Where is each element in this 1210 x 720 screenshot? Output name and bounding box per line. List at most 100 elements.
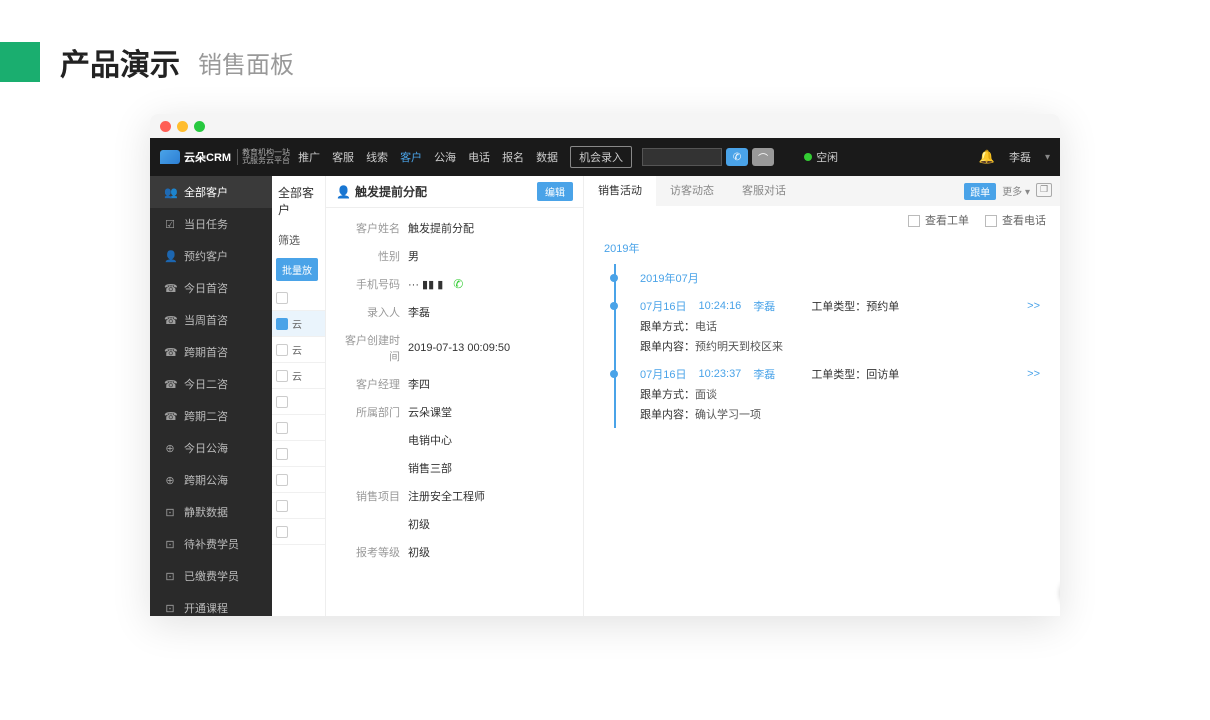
app-window: 云朵CRM 教育机构一站 式服务云平台 推广客服线索客户公海电话报名数据 机会录… <box>150 114 1060 616</box>
nav-item-线索[interactable]: 线索 <box>366 149 388 165</box>
filter-ticket[interactable]: 查看工单 <box>908 212 969 228</box>
sidebar-item-开通课程[interactable]: ⊡开通课程 <box>150 592 272 616</box>
nav-item-报名[interactable]: 报名 <box>502 149 524 165</box>
row-checkbox[interactable] <box>276 396 288 408</box>
sidebar-icon: ⊡ <box>164 506 176 519</box>
event-more[interactable]: >> <box>1027 300 1040 312</box>
list-row[interactable] <box>272 389 325 415</box>
status-text: 空闲 <box>816 149 838 165</box>
row-checkbox[interactable] <box>276 292 288 304</box>
detail-label: 手机号码 <box>336 276 408 292</box>
sidebar-item-已缴费学员[interactable]: ⊡已缴费学员 <box>150 560 272 592</box>
sidebar-label: 今日二咨 <box>184 376 228 392</box>
row-checkbox[interactable] <box>276 474 288 486</box>
sidebar-item-预约客户[interactable]: 👤 预约客户 <box>150 240 272 272</box>
nav-item-公海[interactable]: 公海 <box>434 149 456 165</box>
row-checkbox[interactable] <box>276 370 288 382</box>
maximize-dot[interactable] <box>194 121 205 132</box>
activity-tab-客服对话[interactable]: 客服对话 <box>728 176 800 206</box>
list-row[interactable] <box>272 285 325 311</box>
nav-item-数据[interactable]: 数据 <box>536 149 558 165</box>
nav-item-客服[interactable]: 客服 <box>332 149 354 165</box>
copy-icon[interactable]: ❐ <box>1036 183 1052 197</box>
activity-filters: 查看工单 查看电话 <box>584 206 1060 234</box>
detail-label <box>336 432 408 448</box>
activity-tab-销售活动[interactable]: 销售活动 <box>584 176 656 206</box>
user-menu-caret[interactable]: ▾ <box>1045 152 1050 163</box>
sidebar-icon: ☎ <box>164 346 176 359</box>
sidebar-label: 已缴费学员 <box>184 568 239 584</box>
list-row[interactable]: 云 <box>272 337 325 363</box>
sidebar-item-今日首咨[interactable]: ☎今日首咨 <box>150 272 272 304</box>
sidebar-label: 当日任务 <box>184 216 228 232</box>
nav-item-客户[interactable]: 客户 <box>400 149 422 165</box>
search-input[interactable] <box>642 148 722 166</box>
list-row[interactable] <box>272 441 325 467</box>
call-button[interactable]: ✆ <box>726 148 748 166</box>
nav-item-推广[interactable]: 推广 <box>298 149 320 165</box>
list-row[interactable]: 云 <box>272 311 325 337</box>
sidebar-item-全部客户[interactable]: 👥全部客户 <box>150 176 272 208</box>
detail-label: 客户姓名 <box>336 220 408 236</box>
list-row[interactable] <box>272 493 325 519</box>
page-header: 产品演示 销售面板 <box>0 0 1210 104</box>
detail-value: 初级 <box>408 544 430 560</box>
detail-header: 👤 触发提前分配 编辑 <box>326 176 583 208</box>
phone-icon[interactable]: ✆ <box>453 277 463 291</box>
more-chip[interactable]: 更多 ▾ <box>1002 183 1030 200</box>
list-row[interactable]: 云 <box>272 363 325 389</box>
event-user: 李磊 <box>753 366 775 382</box>
sidebar-label: 预约客户 <box>184 248 228 264</box>
event-method: 跟单方式：电话 <box>640 318 1040 334</box>
sidebar-item-待补费学员[interactable]: ⊡待补费学员 <box>150 528 272 560</box>
row-checkbox[interactable] <box>276 344 288 356</box>
row-checkbox[interactable] <box>276 500 288 512</box>
sidebar-item-跨期公海[interactable]: ⊕跨期公海 <box>150 464 272 496</box>
sidebar-icon: 👤 <box>164 250 176 263</box>
sidebar-item-静默数据[interactable]: ⊡静默数据 <box>150 496 272 528</box>
sidebar-icon: ☎ <box>164 378 176 391</box>
sidebar-item-今日公海[interactable]: ⊕今日公海 <box>150 432 272 464</box>
list-row[interactable] <box>272 415 325 441</box>
bell-icon[interactable]: 🔔 <box>979 149 995 165</box>
opportunity-button[interactable]: 机会录入 <box>570 146 632 168</box>
activity-tab-访客动态[interactable]: 访客动态 <box>656 176 728 206</box>
sidebar-item-跨期二咨[interactable]: ☎跨期二咨 <box>150 400 272 432</box>
logo[interactable]: 云朵CRM 教育机构一站 式服务云平台 <box>160 149 290 165</box>
sidebar-item-当日任务[interactable]: ☑当日任务 <box>150 208 272 240</box>
nav-items: 推广客服线索客户公海电话报名数据 <box>298 149 558 165</box>
detail-row: 初级 <box>326 510 583 538</box>
list-filter[interactable]: 筛选 <box>272 226 325 254</box>
event-more[interactable]: >> <box>1027 368 1040 380</box>
filter-call[interactable]: 查看电话 <box>985 212 1046 228</box>
nav-item-电话[interactable]: 电话 <box>468 149 490 165</box>
sidebar-item-跨期首咨[interactable]: ☎跨期首咨 <box>150 336 272 368</box>
list-row[interactable] <box>272 519 325 545</box>
event-content: 跟单内容：确认学习一项 <box>640 406 1040 422</box>
detail-value: 销售三部 <box>408 460 452 476</box>
timeline: 2019年 2019年07月 07月16日10:24:16李磊工单类型：预约单>… <box>584 234 1060 434</box>
timeline-month-node: 2019年07月 <box>616 264 1040 292</box>
close-dot[interactable] <box>160 121 171 132</box>
row-checkbox[interactable] <box>276 526 288 538</box>
event-type: 工单类型：回访单 <box>811 366 899 382</box>
detail-label: 录入人 <box>336 304 408 320</box>
row-text: 云 <box>292 342 302 357</box>
row-checkbox[interactable] <box>276 318 288 330</box>
current-user[interactable]: 李磊 <box>1009 149 1031 165</box>
sidebar-label: 待补费学员 <box>184 536 239 552</box>
detail-row: 录入人李磊 <box>326 298 583 326</box>
list-row[interactable] <box>272 467 325 493</box>
sidebar-label: 今日公海 <box>184 440 228 456</box>
row-checkbox[interactable] <box>276 448 288 460</box>
sidebar-item-当周首咨[interactable]: ☎当周首咨 <box>150 304 272 336</box>
hangup-button[interactable]: ⌒ <box>752 148 774 166</box>
minimize-dot[interactable] <box>177 121 188 132</box>
detail-value: 电销中心 <box>408 432 452 448</box>
follow-chip[interactable]: 跟单 <box>964 183 996 200</box>
row-checkbox[interactable] <box>276 422 288 434</box>
logo-text: 云朵CRM <box>184 149 231 165</box>
edit-button[interactable]: 编辑 <box>537 182 573 201</box>
sidebar-item-今日二咨[interactable]: ☎ 今日二咨 <box>150 368 272 400</box>
bulk-release-button[interactable]: 批量放 <box>276 258 318 281</box>
